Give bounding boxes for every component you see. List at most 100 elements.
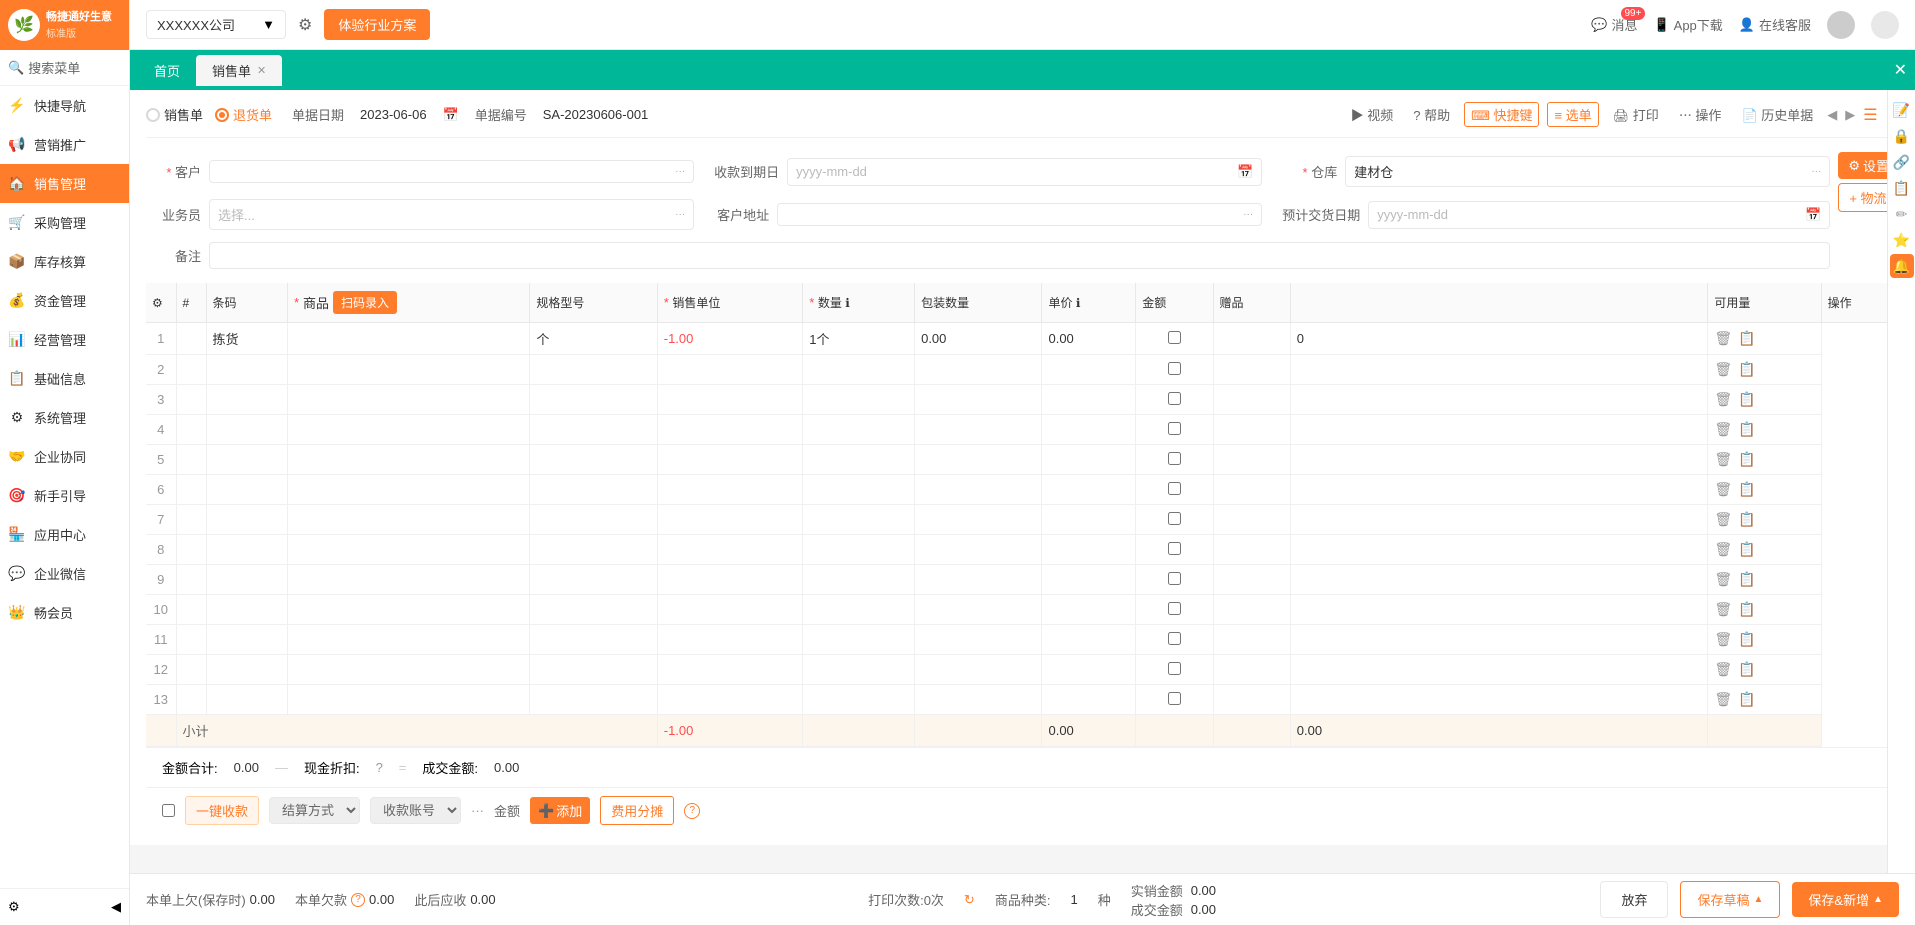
video-btn[interactable]: ▶ 视频 [1345,103,1400,126]
tab-sales-order[interactable]: 销售单 ✕ [196,55,282,86]
select-btn[interactable]: ≡ 选单 [1547,102,1598,127]
copy-icon[interactable]: 📋 [1738,571,1755,588]
fee-split-btn[interactable]: 费用分摊 [600,796,674,825]
delete-icon[interactable]: 🗑 [1714,661,1732,678]
right-panel-icon-1[interactable]: 📝 [1890,98,1914,122]
sidebar-item-wechat[interactable]: 💬 企业微信 [0,554,129,593]
delete-icon[interactable]: 🗑 [1714,391,1732,408]
message-btn[interactable]: 💬 消息 99+ [1591,15,1637,34]
row-qty[interactable]: -1.00 [657,323,803,355]
app-download-btn[interactable]: 📱 App下载 [1653,15,1722,34]
help-btn[interactable]: ? 帮助 [1407,103,1456,126]
right-panel-icon-2[interactable]: 🔒 [1890,124,1914,148]
operation-btn[interactable]: ⋯ 操作 [1673,103,1728,126]
delivery-date-input[interactable]: yyyy-mm-dd 📅 [1368,201,1830,229]
sidebar-item-guide[interactable]: 🎯 新手引导 [0,476,129,515]
row-gift[interactable] [1136,323,1213,355]
collapse-icon[interactable]: ◀ [111,899,121,915]
copy-icon[interactable]: 📋 [1738,330,1755,347]
radio-return[interactable]: 退货单 [215,105,272,124]
copy-icon[interactable]: 📋 [1738,481,1755,498]
settings-gear-icon[interactable]: ⚙ [298,15,312,35]
save-draft-button[interactable]: 保存草稿 ▲ [1680,881,1780,918]
remarks-input[interactable] [209,242,1830,269]
right-panel-icon-3[interactable]: 🔗 [1890,150,1914,174]
delete-icon[interactable]: 🗑 [1714,571,1732,588]
copy-icon[interactable]: 📋 [1738,451,1755,468]
nav-prev-icon[interactable]: ◀ [1827,107,1837,123]
customer-input[interactable]: ··· [209,160,694,183]
fee-help-icon[interactable]: ? [684,803,700,819]
refresh-icon[interactable]: ↻ [964,892,975,908]
avatar[interactable] [1827,11,1855,39]
radio-sales[interactable]: 销售单 [146,105,203,124]
discard-button[interactable]: 放弃 [1600,881,1668,918]
settings-icon[interactable]: ⚙ [8,899,20,915]
delete-icon[interactable]: 🗑 [1714,541,1732,558]
company-selector[interactable]: XXXXXX公司 ▼ [146,10,286,39]
payment-due-input[interactable]: yyyy-mm-dd 📅 [787,158,1262,186]
scan-button[interactable]: 扫码录入 [333,291,397,314]
delete-icon[interactable]: 🗑 [1714,451,1732,468]
overdue-q[interactable]: ? [351,893,365,907]
print-btn[interactable]: 🖨 打印 [1607,103,1665,126]
right-panel-icon-7[interactable]: 🔔 [1890,254,1914,278]
right-panel-icon-4[interactable]: 📋 [1890,176,1914,200]
history-btn[interactable]: 📄 历史单据 [1735,103,1819,126]
sidebar-item-sales[interactable]: 🏠 销售管理 [0,164,129,203]
copy-icon[interactable]: 📋 [1738,391,1755,408]
sidebar-search[interactable]: 🔍 搜索菜单 [0,50,129,86]
delete-icon[interactable]: 🗑 [1714,691,1732,708]
copy-icon[interactable]: 📋 [1738,361,1755,378]
warehouse-input[interactable]: 建材仓 ··· [1345,156,1830,187]
online-service-btn[interactable]: 👤 在线客服 [1739,15,1811,34]
tab-close-icon[interactable]: ✕ [257,64,266,77]
experience-btn[interactable]: 体验行业方案 [324,9,430,40]
customer-address-input[interactable]: ··· [777,203,1262,226]
delivery-calendar-icon[interactable]: 📅 [1805,207,1821,223]
sidebar-item-system[interactable]: ⚙ 系统管理 [0,398,129,437]
date-calendar-icon[interactable]: 📅 [443,107,459,123]
copy-icon[interactable]: 📋 [1738,421,1755,438]
row-product[interactable]: 拣货 [206,323,287,355]
help-icon[interactable]: ? [376,760,383,775]
copy-icon[interactable]: 📋 [1738,661,1755,678]
shortcut-btn[interactable]: ⌨ 快捷键 [1464,102,1539,127]
sidebar-item-basic[interactable]: 📋 基础信息 [0,359,129,398]
copy-icon[interactable]: 📋 [1738,631,1755,648]
row-unit-price[interactable]: 0.00 [915,323,1042,355]
copy-icon[interactable]: 📋 [1738,541,1755,558]
right-panel-icon-6[interactable]: ⭐ [1890,228,1914,252]
delete-icon[interactable]: 🗑 [1714,421,1732,438]
salesman-input[interactable]: 选择... ··· [209,199,694,230]
tab-home[interactable]: 首页 [138,55,196,86]
avatar-2[interactable] [1871,11,1899,39]
sidebar-item-quick-nav[interactable]: ⚡ 快捷导航 [0,86,129,125]
sidebar-item-appstore[interactable]: 🏪 应用中心 [0,515,129,554]
delete-icon[interactable]: 🗑 [1714,481,1732,498]
sidebar-item-purchase[interactable]: 🛒 采购管理 [0,203,129,242]
save-new-button[interactable]: 保存&新增 ▲ [1792,882,1899,917]
sidebar-item-member[interactable]: 👑 畅会员 [0,593,129,632]
copy-icon[interactable]: 📋 [1738,691,1755,708]
delete-icon[interactable]: 🗑 [1714,601,1732,618]
account-select[interactable]: 收款账号 [370,797,461,824]
one-click-payment-btn[interactable]: 一键收款 [185,796,259,825]
delete-icon[interactable]: 🗑 [1714,361,1732,378]
tab-close-all-icon[interactable]: ✕ [1894,60,1907,80]
sidebar-item-inventory[interactable]: 📦 库存核算 [0,242,129,281]
delete-icon[interactable]: 🗑 [1714,330,1732,347]
view-list-icon[interactable]: ☰ [1863,105,1877,125]
settlement-method-select[interactable]: 结算方式 [269,797,360,824]
sidebar-item-marketing[interactable]: 📢 营销推广 [0,125,129,164]
copy-icon[interactable]: 📋 [1738,601,1755,618]
payment-calendar-icon[interactable]: 📅 [1237,164,1253,180]
right-panel-icon-5[interactable]: ✏ [1890,202,1914,226]
sidebar-item-finance[interactable]: 💰 资金管理 [0,281,129,320]
nav-next-icon[interactable]: ▶ [1845,107,1855,123]
add-btn[interactable]: ➕ 添加 [530,797,590,824]
one-click-payment-check[interactable] [162,804,175,817]
delete-icon[interactable]: 🗑 [1714,511,1732,528]
sidebar-item-corp[interactable]: 🤝 企业协同 [0,437,129,476]
copy-icon[interactable]: 📋 [1738,511,1755,528]
